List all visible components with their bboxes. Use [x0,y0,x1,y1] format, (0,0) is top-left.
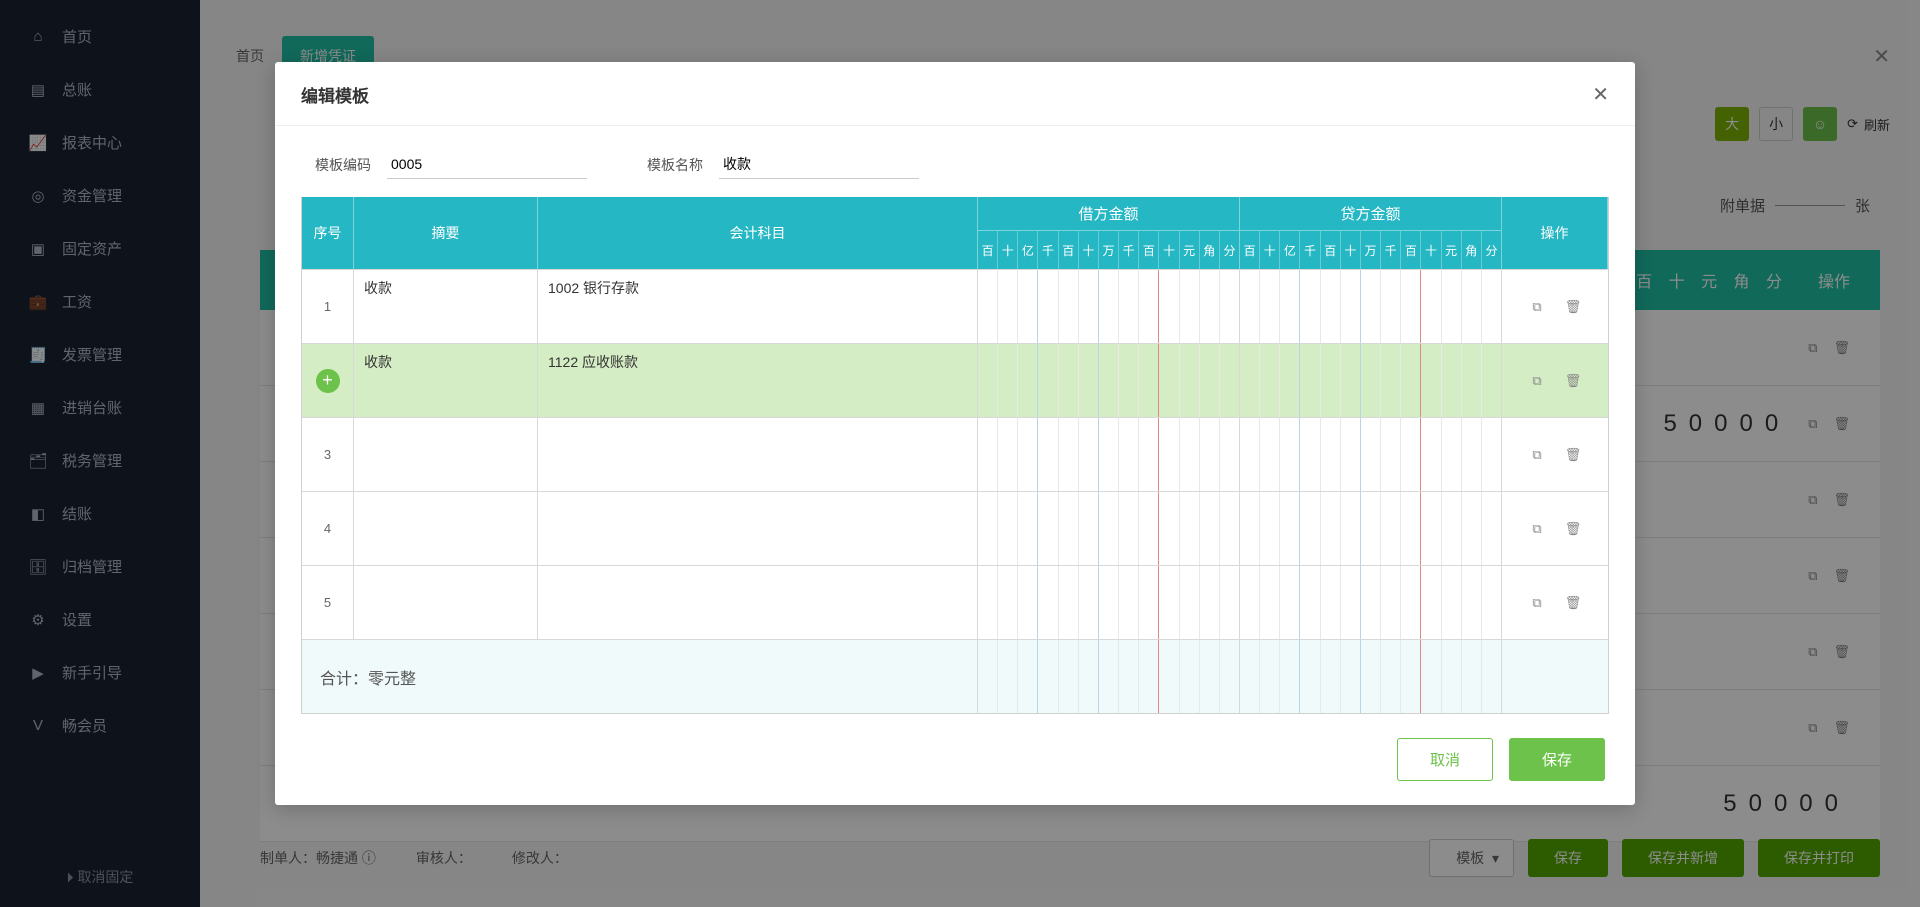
add-row-button[interactable]: + [316,369,340,393]
delete-row-icon[interactable]: 🗑 [1564,298,1582,316]
row-credit[interactable] [1240,492,1502,565]
edit-template-modal: 编辑模板 ✕ 模板编码 模板名称 序号 摘要 会计科目 借方金额 百十亿千百十万… [275,62,1635,805]
row-summary[interactable] [354,492,538,565]
row-index: + [302,344,354,417]
row-debit[interactable] [978,566,1240,639]
row-debit[interactable] [978,492,1240,565]
copy-row-icon[interactable]: ⧉ [1528,594,1546,612]
row-index: 3 [302,418,354,491]
credit-units: 百十亿千百十万千百十元角分 [1240,231,1501,269]
col-index: 序号 [302,197,354,269]
template-name-input[interactable] [719,150,919,179]
row-debit[interactable] [978,344,1240,417]
row-ops: ⧉🗑 [1502,566,1608,639]
total-label: 合计：零元整 [302,640,978,713]
total-row: 合计：零元整 [302,639,1608,713]
table-row[interactable]: 5⧉🗑 [302,565,1608,639]
close-icon[interactable]: ✕ [1592,82,1609,107]
row-account[interactable]: 1002 银行存款 [538,270,978,343]
col-ops: 操作 [1502,197,1608,269]
row-credit[interactable] [1240,566,1502,639]
col-account: 会计科目 [538,197,978,269]
table-row[interactable]: 4⧉🗑 [302,491,1608,565]
row-ops: ⧉🗑 [1502,492,1608,565]
row-credit[interactable] [1240,270,1502,343]
table-header: 序号 摘要 会计科目 借方金额 百十亿千百十万千百十元角分 贷方金额 百十亿千百… [302,197,1608,269]
total-credit-grid [1240,640,1501,713]
table-row[interactable]: 1收款1002 银行存款⧉🗑 [302,269,1608,343]
row-index: 5 [302,566,354,639]
delete-row-icon[interactable]: 🗑 [1564,446,1582,464]
col-credit: 贷方金额 百十亿千百十万千百十元角分 [1240,197,1502,269]
template-table: 序号 摘要 会计科目 借方金额 百十亿千百十万千百十元角分 贷方金额 百十亿千百… [301,197,1609,714]
save-button[interactable]: 保存 [1509,738,1605,781]
row-ops: ⧉🗑 [1502,344,1608,417]
cancel-button[interactable]: 取消 [1397,738,1493,781]
row-debit[interactable] [978,270,1240,343]
row-summary[interactable]: 收款 [354,270,538,343]
delete-row-icon[interactable]: 🗑 [1564,520,1582,538]
row-ops: ⧉🗑 [1502,418,1608,491]
copy-row-icon[interactable]: ⧉ [1528,520,1546,538]
row-index: 1 [302,270,354,343]
table-row[interactable]: 3⧉🗑 [302,417,1608,491]
modal-title: 编辑模板 [301,82,369,107]
template-name-label: 模板名称 [647,155,703,175]
copy-row-icon[interactable]: ⧉ [1528,446,1546,464]
copy-row-icon[interactable]: ⧉ [1528,298,1546,316]
col-debit: 借方金额 百十亿千百十万千百十元角分 [978,197,1240,269]
table-row[interactable]: +收款1122 应收账款⧉🗑 [302,343,1608,417]
total-debit-grid [978,640,1239,713]
row-credit[interactable] [1240,418,1502,491]
row-account[interactable] [538,566,978,639]
row-credit[interactable] [1240,344,1502,417]
copy-row-icon[interactable]: ⧉ [1528,372,1546,390]
row-debit[interactable] [978,418,1240,491]
row-summary[interactable]: 收款 [354,344,538,417]
col-summary: 摘要 [354,197,538,269]
delete-row-icon[interactable]: 🗑 [1564,594,1582,612]
delete-row-icon[interactable]: 🗑 [1564,372,1582,390]
row-summary[interactable] [354,418,538,491]
row-account[interactable] [538,492,978,565]
template-code-label: 模板编码 [315,155,371,175]
row-summary[interactable] [354,566,538,639]
template-code-input[interactable] [387,150,587,179]
row-ops: ⧉🗑 [1502,270,1608,343]
row-account[interactable]: 1122 应收账款 [538,344,978,417]
debit-units: 百十亿千百十万千百十元角分 [978,231,1239,269]
row-index: 4 [302,492,354,565]
row-account[interactable] [538,418,978,491]
